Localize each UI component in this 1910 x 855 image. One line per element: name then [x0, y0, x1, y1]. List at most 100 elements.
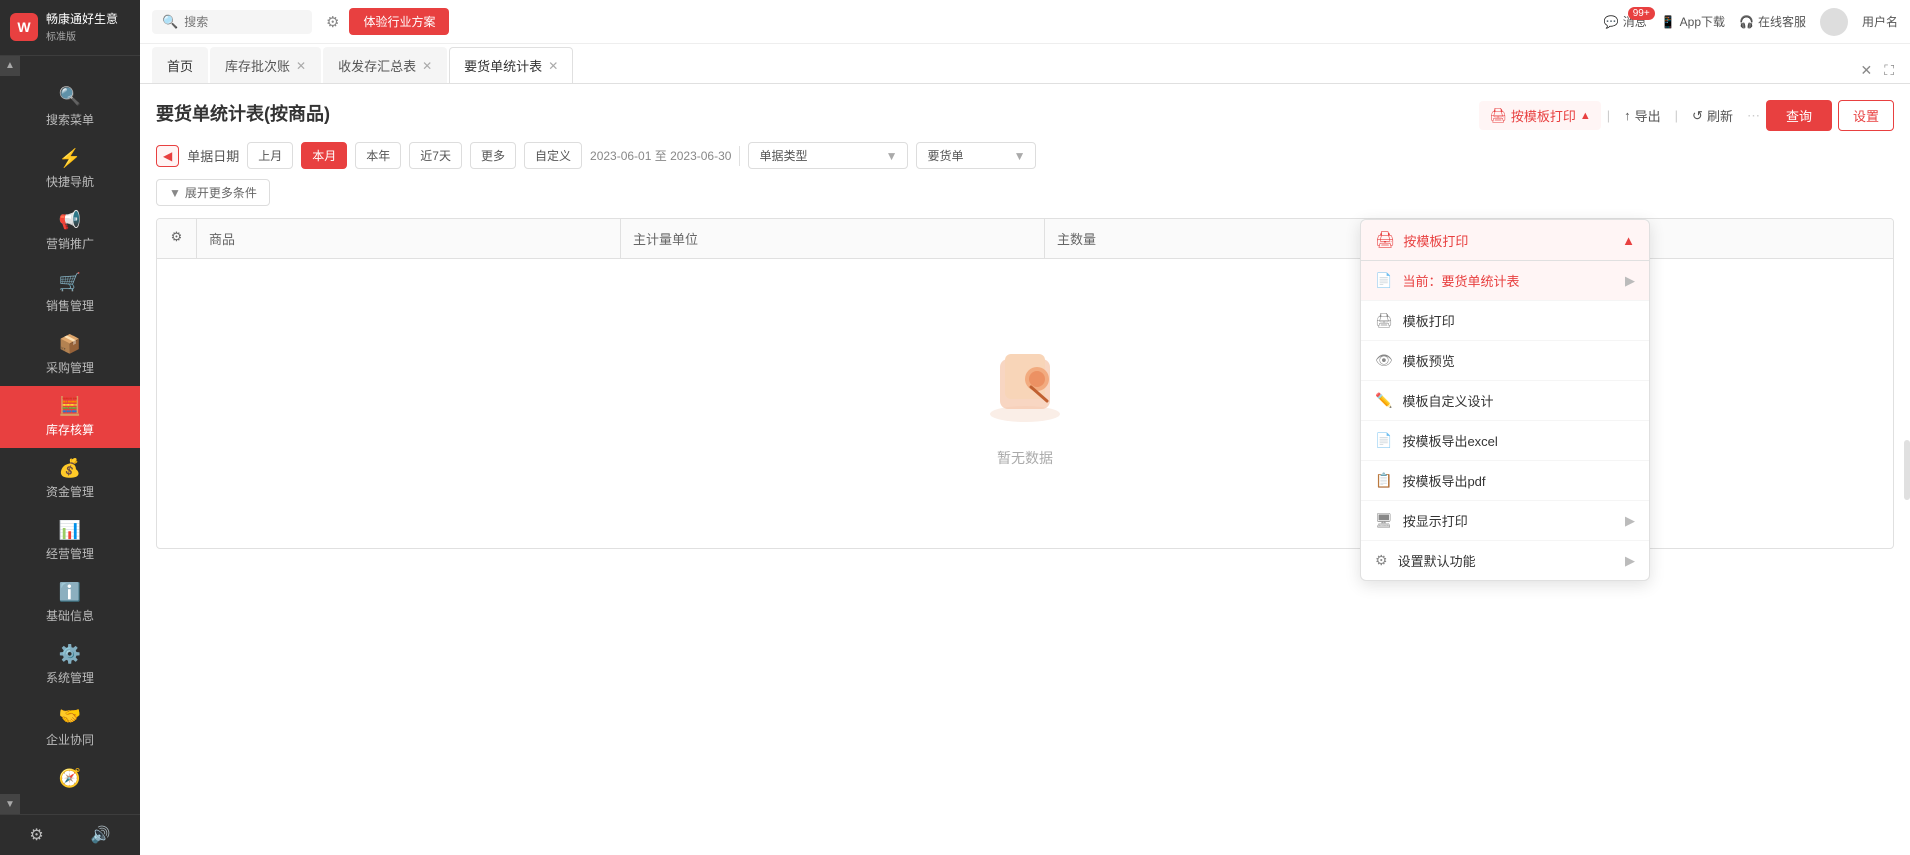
- tab-receipt-summary-close[interactable]: ✕: [422, 59, 432, 73]
- date-btn-custom[interactable]: 自定义: [524, 142, 582, 169]
- sidebar: W 畅康通好生意 标准版 ▲ 🔍 搜索菜单 ⚡ 快捷导航 📢 营销推广 🛒 销售…: [0, 0, 140, 855]
- app-logo: W 畅康通好生意 标准版: [0, 0, 140, 56]
- expand-collapse-btn[interactable]: ◀: [156, 145, 179, 167]
- tab-inventory-batch-label: 库存批次账: [225, 56, 290, 75]
- sidebar-item-inventory[interactable]: 🧮 库存核算: [0, 386, 140, 448]
- chevron-down-icon3: ▼: [169, 186, 181, 200]
- system-icon: ⚙️: [59, 644, 81, 665]
- dropdown-export-pdf[interactable]: 📋 按模板导出pdf: [1361, 461, 1649, 501]
- date-btn-this-month[interactable]: 本月: [301, 142, 347, 169]
- expand-btn-label: 展开更多条件: [185, 184, 257, 201]
- tab-order-stats[interactable]: 要货单统计表 ✕: [449, 47, 573, 83]
- display-print-icon: 🖥: [1375, 512, 1393, 529]
- tab-bar: 首页 库存批次账 ✕ 收发存汇总表 ✕ 要货单统计表 ✕ ✕ ⛶: [140, 44, 1910, 84]
- scroll-down-btn[interactable]: ▼: [0, 794, 20, 814]
- tab-receipt-summary-label: 收发存汇总表: [338, 56, 416, 75]
- date-btn-last-month[interactable]: 上月: [247, 142, 293, 169]
- date-btn-this-year[interactable]: 本年: [355, 142, 401, 169]
- expand-more-btn[interactable]: ▼ 展开更多条件: [156, 179, 270, 206]
- column-settings-icon[interactable]: ⚙: [171, 229, 183, 244]
- dropdown-template-preview[interactable]: 👁 模板预览: [1361, 341, 1649, 381]
- export-icon: ↑: [1624, 108, 1631, 123]
- col-product: 商品: [197, 219, 621, 258]
- print-icon: 🖨: [1489, 107, 1507, 124]
- sidebar-item-purchase[interactable]: 📦 采购管理: [0, 324, 140, 386]
- refresh-btn[interactable]: ↺ 刷新: [1684, 102, 1741, 129]
- inventory-icon: 🧮: [59, 396, 81, 417]
- dropdown-template-print[interactable]: 🖨 模板打印: [1361, 301, 1649, 341]
- chevron-icon: ◀: [163, 149, 172, 163]
- chevron-right-icon2: ▶: [1625, 513, 1635, 529]
- template-print-label: 模板打印: [1403, 311, 1455, 330]
- tab-home[interactable]: 首页: [152, 47, 208, 83]
- current-template-label: 当前：要货单统计表: [1402, 271, 1615, 290]
- settings-page-btn[interactable]: 设置: [1838, 100, 1894, 131]
- sidebar-item-quicknav[interactable]: ⚡ 快捷导航: [0, 138, 140, 200]
- sidebar-item-label: 新手引导: [46, 793, 94, 794]
- tab-home-label: 首页: [167, 56, 193, 75]
- date-filter-label: 单据日期: [187, 146, 239, 165]
- sidebar-item-guide[interactable]: 🧭 新手引导: [0, 758, 140, 794]
- dropdown-default-func[interactable]: ⚙ 设置默认功能 ▶: [1361, 541, 1649, 580]
- sidebar-item-label: 资金管理: [46, 483, 94, 500]
- dropdown-template-custom[interactable]: ✏️ 模板自定义设计: [1361, 381, 1649, 421]
- tab-inventory-batch[interactable]: 库存批次账 ✕: [210, 47, 321, 83]
- template-custom-icon: ✏️: [1375, 392, 1392, 409]
- sidebar-item-basic[interactable]: ℹ️ 基础信息: [0, 572, 140, 634]
- dropdown-current-item[interactable]: 📄 当前：要货单统计表 ▶: [1361, 261, 1649, 301]
- sidebar-item-search[interactable]: 🔍 搜索菜单: [0, 76, 140, 138]
- type-select-label: 单据类型: [759, 147, 807, 164]
- app-download-label: App下载: [1680, 13, 1725, 30]
- chevron-down-icon2: ▼: [1014, 149, 1026, 163]
- sidebar-item-system[interactable]: ⚙️ 系统管理: [0, 634, 140, 696]
- sidebar-item-operations[interactable]: 📊 经营管理: [0, 510, 140, 572]
- sidebar-item-label: 经营管理: [46, 545, 94, 562]
- export-btn[interactable]: ↑ 导出: [1616, 102, 1669, 129]
- sidebar-item-marketing[interactable]: 📢 营销推广: [0, 200, 140, 262]
- template-custom-label: 模板自定义设计: [1402, 391, 1493, 410]
- cargo-select[interactable]: 要货单 ▼: [916, 142, 1036, 169]
- template-preview-icon: 👁: [1375, 352, 1393, 369]
- sidebar-item-label: 企业协同: [46, 731, 94, 748]
- print-template-label: 按模板打印: [1511, 106, 1576, 125]
- filter-divider: [739, 146, 740, 166]
- app-download-btn[interactable]: 📱 App下载: [1661, 13, 1725, 30]
- tab-receipt-summary[interactable]: 收发存汇总表 ✕: [323, 47, 447, 83]
- logo-icon: W: [10, 13, 38, 41]
- maximize-window-btn[interactable]: ⛶: [1880, 58, 1898, 83]
- purchase-icon: 📦: [59, 334, 81, 355]
- dropdown-header[interactable]: 🖨 按模板打印 ▲: [1361, 220, 1649, 261]
- scrollbar-thumb[interactable]: [1904, 440, 1910, 500]
- print-template-btn[interactable]: 🖨 按模板打印 ▲: [1479, 101, 1601, 130]
- scroll-up-btn[interactable]: ▲: [0, 56, 20, 76]
- date-btn-more[interactable]: 更多: [470, 142, 516, 169]
- sidebar-item-finance[interactable]: 💰 资金管理: [0, 448, 140, 510]
- close-window-btn[interactable]: ✕: [1856, 58, 1876, 83]
- printer-icon: 🖨: [1375, 230, 1395, 250]
- type-select[interactable]: 单据类型 ▼: [748, 142, 908, 169]
- dropdown-display-print[interactable]: 🖥 按显示打印 ▶: [1361, 501, 1649, 541]
- online-service-btn[interactable]: 🎧 在线客服: [1739, 13, 1806, 30]
- col-settings[interactable]: ⚙: [157, 219, 197, 258]
- refresh-label: 刷新: [1707, 106, 1733, 125]
- sound-bottom-btn[interactable]: 🔊: [91, 825, 111, 845]
- sidebar-item-sales[interactable]: 🛒 销售管理: [0, 262, 140, 324]
- tab-inventory-batch-close[interactable]: ✕: [296, 59, 306, 73]
- date-btn-7days[interactable]: 近7天: [409, 142, 462, 169]
- search-input[interactable]: [184, 15, 284, 29]
- query-btn[interactable]: 查询: [1766, 100, 1832, 131]
- user-avatar[interactable]: [1820, 8, 1848, 36]
- sidebar-item-label: 搜索菜单: [46, 111, 94, 128]
- topbar: 🔍 ⚙ 体验行业方案 💬 消息 99+ 📱 App下载 🎧 在线客服 用户名: [140, 0, 1910, 44]
- dropdown-export-excel[interactable]: 📄 按模板导出excel: [1361, 421, 1649, 461]
- online-service-label: 在线客服: [1758, 13, 1806, 30]
- topbar-gear[interactable]: ⚙: [326, 13, 339, 31]
- trial-industry-btn[interactable]: 体验行业方案: [349, 8, 449, 35]
- sidebar-bottom: ⚙ 🔊: [0, 814, 140, 855]
- user-name: 用户名: [1862, 13, 1898, 30]
- sidebar-item-collab[interactable]: 🤝 企业协同: [0, 696, 140, 758]
- message-btn[interactable]: 💬 消息 99+: [1604, 13, 1647, 30]
- tab-order-stats-close[interactable]: ✕: [548, 59, 558, 73]
- settings-bottom-btn[interactable]: ⚙: [29, 825, 43, 845]
- search-box[interactable]: 🔍: [152, 10, 312, 34]
